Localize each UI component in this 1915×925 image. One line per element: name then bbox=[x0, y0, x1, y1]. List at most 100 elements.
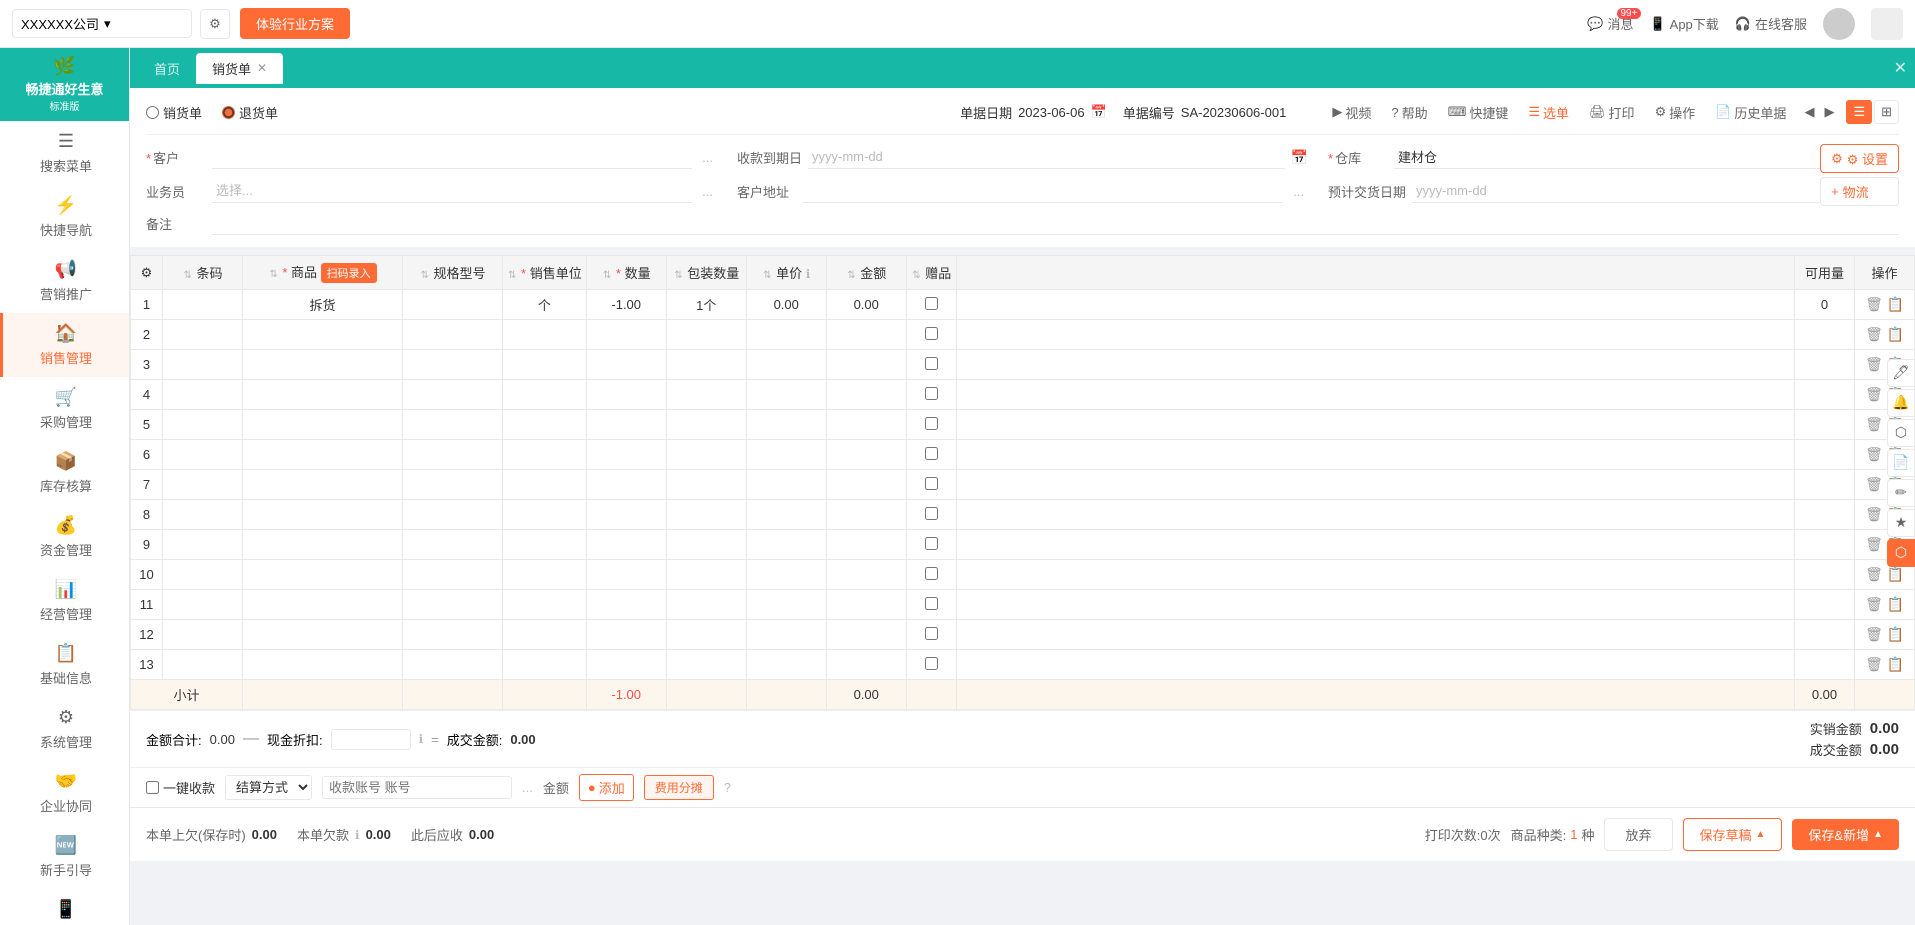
sidebar-item-appstore[interactable]: 📱 应用中心 bbox=[0, 889, 129, 925]
cell-unit-price[interactable] bbox=[746, 650, 826, 680]
cell-pkg-qty[interactable] bbox=[666, 500, 746, 530]
one-click-checkbox[interactable] bbox=[146, 781, 159, 794]
cell-pkg-qty[interactable] bbox=[666, 350, 746, 380]
cell-barcode[interactable] bbox=[163, 500, 243, 530]
discount-input[interactable] bbox=[331, 729, 411, 750]
sort-gift[interactable]: ⇅ bbox=[912, 270, 920, 281]
cell-gift[interactable] bbox=[906, 650, 956, 680]
cell-qty[interactable] bbox=[586, 560, 666, 590]
gift-checkbox[interactable] bbox=[925, 477, 938, 490]
cell-unit-price[interactable] bbox=[746, 500, 826, 530]
gift-checkbox[interactable] bbox=[925, 447, 938, 460]
cell-barcode[interactable] bbox=[163, 470, 243, 500]
cell-barcode[interactable] bbox=[163, 560, 243, 590]
right-panel-btn-4[interactable]: 📄 bbox=[1887, 449, 1915, 477]
cell-barcode[interactable] bbox=[163, 350, 243, 380]
cell-gift[interactable] bbox=[906, 620, 956, 650]
cell-desc[interactable] bbox=[956, 320, 1794, 350]
sidebar-item-basic[interactable]: 📋 基础信息 bbox=[0, 633, 129, 697]
right-panel-btn-3[interactable]: ⬡ bbox=[1887, 419, 1915, 447]
tab-sales-order[interactable]: 销货单 ✕ bbox=[196, 53, 283, 84]
cell-gift[interactable] bbox=[906, 350, 956, 380]
copy-row-icon[interactable]: 📋 bbox=[1886, 596, 1903, 612]
tab-home[interactable]: 首页 bbox=[138, 53, 196, 84]
app-download-btn[interactable]: 📱 App下载 bbox=[1649, 14, 1718, 33]
cell-gift[interactable] bbox=[906, 320, 956, 350]
cell-unit-price[interactable] bbox=[746, 380, 826, 410]
cell-unit[interactable] bbox=[503, 500, 587, 530]
sort-price[interactable]: ⇅ bbox=[763, 270, 771, 281]
cell-spec[interactable] bbox=[403, 320, 503, 350]
cell-gift[interactable] bbox=[906, 380, 956, 410]
cell-gift[interactable] bbox=[906, 530, 956, 560]
expense-tab-btn[interactable]: 费用分摊 bbox=[644, 775, 714, 800]
cell-barcode[interactable] bbox=[163, 440, 243, 470]
cell-barcode[interactable] bbox=[163, 530, 243, 560]
cell-unit-price[interactable] bbox=[746, 350, 826, 380]
cell-barcode[interactable] bbox=[163, 410, 243, 440]
delete-row-icon[interactable]: 🗑 bbox=[1865, 506, 1883, 522]
cell-amount[interactable] bbox=[826, 440, 906, 470]
cell-pkg-qty[interactable] bbox=[666, 440, 746, 470]
cell-desc[interactable] bbox=[956, 590, 1794, 620]
cell-pkg-qty[interactable] bbox=[666, 560, 746, 590]
cell-spec[interactable] bbox=[403, 350, 503, 380]
cell-product[interactable] bbox=[243, 410, 403, 440]
cell-gift[interactable] bbox=[906, 470, 956, 500]
cell-amount[interactable] bbox=[826, 530, 906, 560]
account-dots[interactable]: ... bbox=[522, 780, 533, 795]
right-panel-btn-1[interactable]: 🖊 bbox=[1887, 359, 1915, 387]
delete-row-icon[interactable]: 🗑 bbox=[1865, 596, 1883, 612]
toolbar-help-btn[interactable]: ? 帮助 bbox=[1385, 101, 1433, 124]
cell-amount[interactable] bbox=[826, 410, 906, 440]
cell-unit-price[interactable] bbox=[746, 590, 826, 620]
one-click-payment-label[interactable]: 一键收款 bbox=[146, 778, 215, 797]
online-support-btn[interactable]: 🎧 在线客服 bbox=[1735, 14, 1807, 33]
staff-input[interactable] bbox=[212, 179, 692, 203]
sidebar-item-system[interactable]: ⚙ 系统管理 bbox=[0, 697, 129, 761]
close-all-btn[interactable]: ✕ bbox=[1894, 58, 1907, 78]
toolbar-history-btn[interactable]: 📄 历史单据 bbox=[1709, 101, 1792, 124]
cell-product[interactable] bbox=[243, 650, 403, 680]
cell-spec[interactable] bbox=[403, 440, 503, 470]
th-settings[interactable]: ⚙ bbox=[131, 256, 163, 290]
cell-product[interactable] bbox=[243, 320, 403, 350]
cell-desc[interactable] bbox=[956, 470, 1794, 500]
delete-row-icon[interactable]: 🗑 bbox=[1865, 356, 1883, 372]
cell-unit[interactable] bbox=[503, 380, 587, 410]
addr-dots[interactable]: ... bbox=[1289, 184, 1308, 199]
cell-amount[interactable] bbox=[826, 380, 906, 410]
cell-product[interactable] bbox=[243, 440, 403, 470]
cell-spec[interactable] bbox=[403, 410, 503, 440]
cell-spec[interactable] bbox=[403, 470, 503, 500]
customer-input[interactable] bbox=[212, 145, 692, 169]
cell-amount[interactable] bbox=[826, 590, 906, 620]
toolbar-video-btn[interactable]: ▶ 视频 bbox=[1326, 101, 1377, 124]
gift-checkbox[interactable] bbox=[925, 627, 938, 640]
customer-dots[interactable]: ... bbox=[698, 150, 717, 165]
delete-row-icon[interactable]: 🗑 bbox=[1865, 536, 1883, 552]
cell-barcode[interactable] bbox=[163, 320, 243, 350]
owe-info-icon[interactable]: ℹ bbox=[355, 828, 360, 842]
cell-amount[interactable] bbox=[826, 350, 906, 380]
cell-qty[interactable] bbox=[586, 590, 666, 620]
sidebar-item-operations[interactable]: 📊 经营管理 bbox=[0, 569, 129, 633]
cell-desc[interactable] bbox=[956, 500, 1794, 530]
cell-qty[interactable] bbox=[586, 320, 666, 350]
calendar-2-icon[interactable]: 📅 bbox=[1291, 149, 1308, 166]
copy-row-icon[interactable]: 📋 bbox=[1886, 626, 1903, 642]
settings-button[interactable]: ⚙ ⚙ 设置 bbox=[1820, 144, 1899, 173]
cell-amount[interactable] bbox=[826, 470, 906, 500]
cell-unit[interactable] bbox=[503, 320, 587, 350]
sidebar-item-shortcuts[interactable]: ⚡ 快捷导航 bbox=[0, 185, 129, 249]
sidebar-item-guide[interactable]: 🆕 新手引导 bbox=[0, 825, 129, 889]
toolbar-shortcut-btn[interactable]: ⌨ 快捷键 bbox=[1442, 101, 1515, 124]
cell-pkg-qty[interactable] bbox=[666, 380, 746, 410]
cell-desc[interactable] bbox=[956, 560, 1794, 590]
cell-desc[interactable] bbox=[956, 620, 1794, 650]
delete-row-icon[interactable]: 🗑 bbox=[1865, 296, 1883, 312]
add-payment-btn[interactable]: ● 添加 bbox=[579, 774, 634, 801]
avatar[interactable] bbox=[1823, 8, 1855, 40]
trial-button[interactable]: 体验行业方案 bbox=[240, 8, 350, 39]
calendar-icon[interactable]: 📅 bbox=[1091, 104, 1107, 120]
